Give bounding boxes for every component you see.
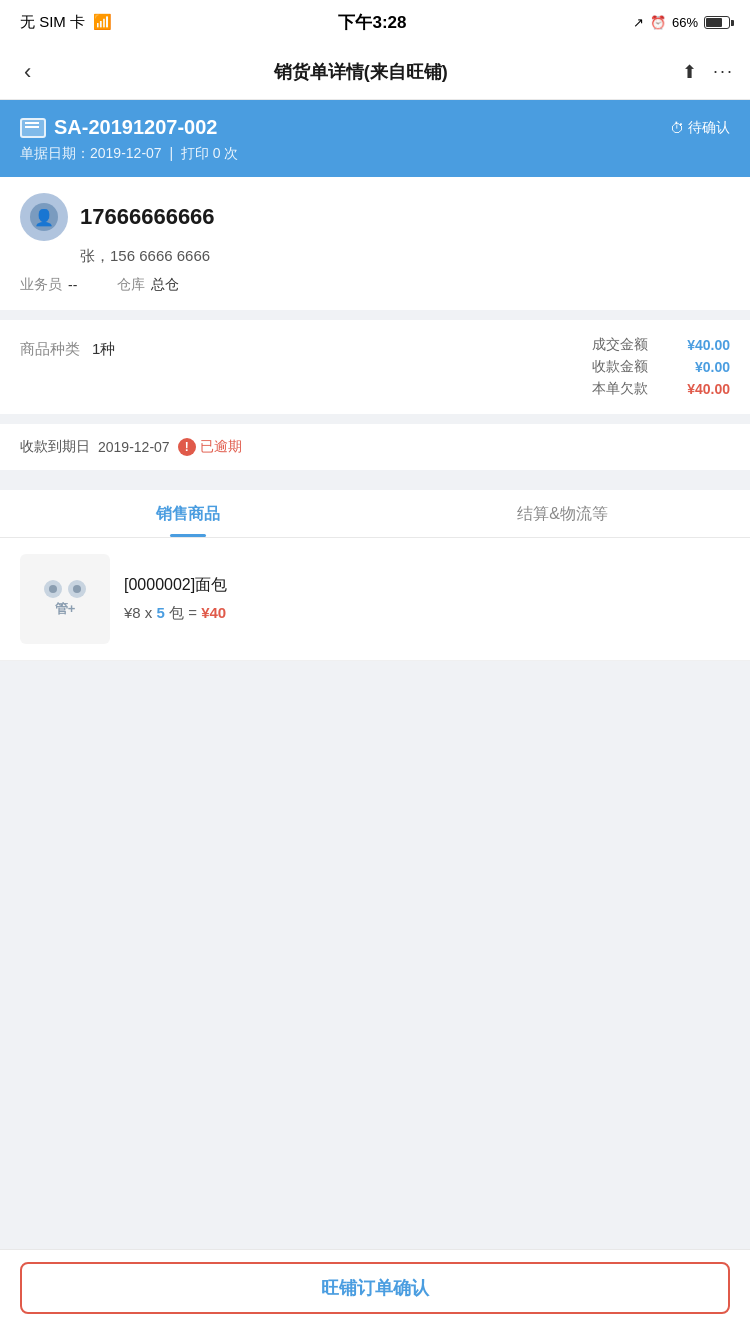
- product-list: 管+ [0000002]面包 ¥8 x 5 包 = ¥40: [0, 538, 750, 661]
- back-button[interactable]: ‹: [16, 55, 39, 89]
- summary-right: 成交金额 ¥40.00 收款金额 ¥0.00 本单欠款 ¥40.00: [592, 336, 730, 398]
- avatar-inner: 👤: [30, 203, 58, 231]
- summary-left: 商品种类 1种: [20, 336, 592, 359]
- product-price: ¥8 x 5 包 = ¥40: [124, 604, 730, 623]
- time-display: 下午3:28: [338, 11, 406, 34]
- customer-row: 👤 17666666666: [20, 193, 730, 241]
- received-value: ¥0.00: [660, 359, 730, 375]
- owl-eyes: [44, 580, 86, 598]
- status-bar: 无 SIM 卡 📶 下午3:28 ↗ ⏰ 66%: [0, 0, 750, 44]
- warehouse-item: 仓库 总仓: [117, 276, 179, 294]
- amount-label: 成交金额: [592, 336, 648, 354]
- type-label: 商品种类: [20, 340, 80, 359]
- wifi-icon: 📶: [93, 13, 112, 31]
- amount-value: ¥40.00: [660, 337, 730, 353]
- warehouse-value: 总仓: [151, 276, 179, 294]
- product-total: ¥40: [201, 604, 226, 621]
- salesman-item: 业务员 --: [20, 276, 77, 294]
- due-date-label: 收款到期日: [20, 438, 90, 456]
- product-name: [0000002]面包: [124, 575, 730, 596]
- owl-eye-left: [44, 580, 62, 598]
- due-row: 本单欠款 ¥40.00: [592, 380, 730, 398]
- due-date-section: 收款到期日 2019-12-07 ! 已逾期: [0, 424, 750, 470]
- owl-pupil-right: [73, 585, 81, 593]
- received-row: 收款金额 ¥0.00: [592, 358, 730, 376]
- order-id: SA-20191207-002: [20, 116, 217, 139]
- overdue-badge: ! 已逾期: [178, 438, 242, 456]
- navigation-icon: ↗: [633, 15, 644, 30]
- carrier-label: 无 SIM 卡: [20, 13, 85, 32]
- product-thumbnail: 管+: [20, 554, 110, 644]
- overdue-text: 已逾期: [200, 438, 242, 456]
- status-left: 无 SIM 卡 📶: [20, 13, 112, 32]
- summary-section: 商品种类 1种 成交金额 ¥40.00 收款金额 ¥0.00 本单欠款 ¥40.…: [0, 320, 750, 414]
- product-quantity: 5: [157, 604, 165, 621]
- avatar: 👤: [20, 193, 68, 241]
- more-button[interactable]: ···: [713, 61, 734, 82]
- tabs-bar: 销售商品 结算&物流等: [0, 490, 750, 538]
- battery-percent: 66%: [672, 15, 698, 30]
- salesman-label: 业务员: [20, 276, 62, 294]
- order-meta: 单据日期：2019-12-07 | 打印 0 次: [20, 145, 730, 163]
- bottom-bar: 旺铺订单确认: [0, 1249, 750, 1334]
- header-card-top: SA-20191207-002 ⏱ 待确认: [20, 116, 730, 139]
- tab-settlement-logistics[interactable]: 结算&物流等: [375, 490, 750, 537]
- product-item: 管+ [0000002]面包 ¥8 x 5 包 = ¥40: [0, 538, 750, 661]
- clock-icon: ⏱: [670, 120, 684, 136]
- status-text: 待确认: [688, 119, 730, 137]
- status-right: ↗ ⏰ 66%: [633, 15, 730, 30]
- customer-meta: 业务员 -- 仓库 总仓: [20, 276, 730, 294]
- divider: [0, 480, 750, 490]
- customer-phone: 17666666666: [80, 204, 215, 230]
- tab-sales-products[interactable]: 销售商品: [0, 490, 375, 537]
- salesman-value: --: [68, 277, 77, 293]
- owl-pupil-left: [49, 585, 57, 593]
- order-icon: [20, 118, 46, 138]
- type-value: 1种: [92, 340, 115, 359]
- share-button[interactable]: ⬆: [682, 61, 697, 83]
- customer-section: 👤 17666666666 张，156 6666 6666 业务员 -- 仓库 …: [0, 177, 750, 310]
- warehouse-label: 仓库: [117, 276, 145, 294]
- battery-icon: [704, 16, 730, 29]
- page-title: 销货单详情(来自旺铺): [274, 60, 448, 84]
- alarm-icon: ⏰: [650, 15, 666, 30]
- nav-bar: ‹ 销货单详情(来自旺铺) ⬆ ···: [0, 44, 750, 100]
- due-value: ¥40.00: [660, 381, 730, 397]
- warning-icon: !: [178, 438, 196, 456]
- owl-plus-sign: 管+: [55, 600, 76, 618]
- product-info: [0000002]面包 ¥8 x 5 包 = ¥40: [124, 575, 730, 623]
- due-date-value: 2019-12-07: [98, 439, 170, 455]
- status-badge: ⏱ 待确认: [670, 119, 730, 137]
- product-logo: 管+: [44, 580, 86, 618]
- nav-actions: ⬆ ···: [682, 61, 734, 83]
- empty-area: [0, 661, 750, 861]
- due-label: 本单欠款: [592, 380, 648, 398]
- amount-row: 成交金额 ¥40.00: [592, 336, 730, 354]
- customer-name: 张，156 6666 6666: [20, 247, 730, 266]
- order-header-card: SA-20191207-002 ⏱ 待确认 单据日期：2019-12-07 | …: [0, 100, 750, 177]
- confirm-order-button[interactable]: 旺铺订单确认: [20, 1262, 730, 1314]
- received-label: 收款金额: [592, 358, 648, 376]
- owl-eye-right: [68, 580, 86, 598]
